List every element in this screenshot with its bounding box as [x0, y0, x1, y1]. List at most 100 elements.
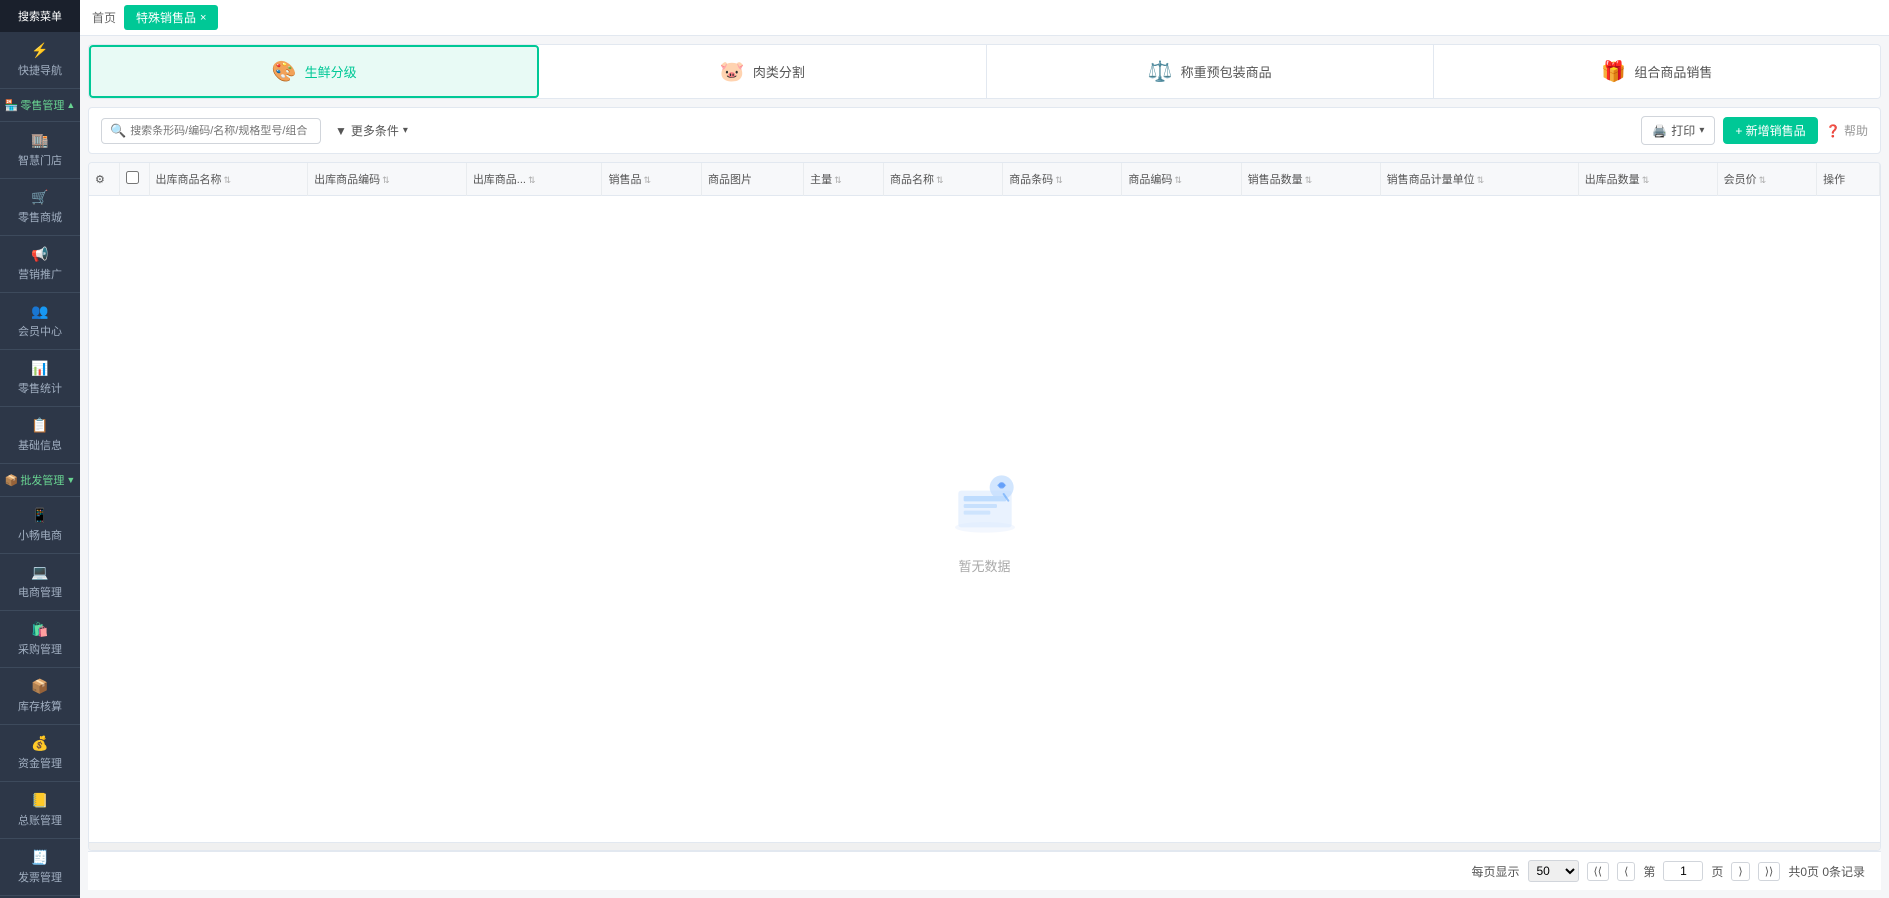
sidebar-item-inventory[interactable]: 📦 库存核算 [0, 668, 80, 725]
sidebar-item-label: 小畅电商 [18, 527, 62, 543]
th-out-qty[interactable]: 出库品数量⇅ [1578, 163, 1717, 196]
sidebar-item-micro-shop[interactable]: 📱 小畅电商 [0, 497, 80, 554]
sidebar-item-label: 零售商城 [18, 209, 62, 225]
sidebar-item-retail-mgmt[interactable]: 🏪 零售管理 ▲ [0, 89, 80, 122]
tab-combo-sales[interactable]: 🎁 组合商品销售 [1434, 45, 1880, 98]
main-content: 首页 特殊销售品 × 🎨 生鲜分级 🐷 肉类分割 ⚖️ 称重预包装商品 🎁 组合… [80, 0, 1889, 898]
filter-icon: ▼ [335, 124, 347, 138]
empty-state-illustration [945, 464, 1025, 544]
sidebar-item-quick-nav[interactable]: ⚡ 快捷导航 [0, 32, 80, 89]
th-product-image: 商品图片 [702, 163, 804, 196]
sidebar-item-members[interactable]: 👥 会员中心 [0, 293, 80, 350]
search-icon: 🔍 [110, 123, 126, 139]
total-info: 共0页 0条记录 [1788, 863, 1865, 880]
per-page-select[interactable]: 50 10 20 100 [1528, 860, 1579, 882]
horizontal-scrollbar[interactable] [89, 842, 1880, 850]
next-page-button[interactable]: ⟩ [1731, 862, 1749, 881]
page-input[interactable] [1663, 861, 1703, 881]
sidebar-item-label: 零售管理 [20, 97, 64, 113]
cat-tab-label: 组合商品销售 [1634, 62, 1712, 81]
add-label: + 新增销售品 [1735, 122, 1805, 139]
sidebar-item-finance[interactable]: 💰 资金管理 [0, 725, 80, 782]
toolbar-left: 🔍 ▼ 更多条件 ▾ [101, 118, 414, 144]
active-tab[interactable]: 特殊销售品 × [124, 5, 218, 30]
per-page-label: 每页显示 [1471, 863, 1519, 880]
sidebar-item-label: 采购管理 [18, 641, 62, 657]
tab-fresh-grade[interactable]: 🎨 生鲜分级 [89, 45, 539, 98]
th-settings[interactable]: ⚙ [89, 163, 119, 196]
quick-nav-icon: ⚡ [31, 42, 48, 59]
chevron-down-icon: ▲ [66, 100, 75, 110]
last-page-button[interactable]: ⟩⟩ [1758, 862, 1781, 881]
prev-page-button[interactable]: ⟨ [1617, 862, 1635, 881]
sidebar-item-ecom-mgmt[interactable]: 💻 电商管理 [0, 554, 80, 611]
th-out-product-x[interactable]: 出库商品...⇅ [466, 163, 602, 196]
meat-cut-icon: 🐷 [720, 59, 745, 84]
sidebar-item-label: 总账管理 [18, 812, 62, 828]
empty-text: 暂无数据 [958, 556, 1010, 575]
empty-state: 暂无数据 [89, 196, 1880, 842]
combo-sales-icon: 🎁 [1601, 59, 1626, 84]
tab-meat-cut[interactable]: 🐷 肉类分割 [539, 45, 986, 98]
sidebar-item-label: 资金管理 [18, 755, 62, 771]
chevron-down-icon2: ▼ [66, 475, 75, 485]
sidebar-item-retail-mall[interactable]: 🛒 零售商城 [0, 179, 80, 236]
first-page-button[interactable]: ⟨⟨ [1587, 862, 1610, 881]
inventory-icon: 📦 [31, 678, 48, 695]
sidebar-item-label: 库存核算 [18, 698, 62, 714]
sidebar-item-label: 快捷导航 [18, 62, 62, 78]
help-button[interactable]: ❓ 帮助 [1826, 122, 1868, 139]
search-input[interactable] [130, 125, 310, 137]
sidebar-item-smart-store[interactable]: 🏬 智慧门店 [0, 122, 80, 179]
sidebar-item-label: 电商管理 [18, 584, 62, 600]
add-product-button[interactable]: + 新增销售品 [1723, 117, 1817, 144]
print-arrow-icon: ▾ [1699, 125, 1704, 136]
th-actions: 操作 [1817, 163, 1880, 196]
search-box[interactable]: 🔍 [101, 118, 321, 144]
sidebar-logo[interactable]: 搜索菜单 [0, 0, 80, 32]
purchase-icon: 🛍️ [31, 621, 48, 638]
pagination: 每页显示 50 10 20 100 ⟨⟨ ⟨ 第 页 ⟩ ⟩⟩ 共0页 0条记录 [88, 851, 1881, 890]
th-out-product-name[interactable]: 出库商品名称⇅ [149, 163, 308, 196]
page-label: 第 [1643, 863, 1655, 880]
toolbar: 🔍 ▼ 更多条件 ▾ 🖨️ 打印 ▾ + 新增销售品 [88, 107, 1881, 154]
th-sales-qty[interactable]: 销售品数量⇅ [1241, 163, 1380, 196]
filter-label: 更多条件 [351, 122, 399, 139]
sidebar-item-label: 发票管理 [18, 869, 62, 885]
sidebar-item-sales-promo[interactable]: 📢 营销推广 [0, 236, 80, 293]
sidebar-item-label: 智慧门店 [18, 152, 62, 168]
select-all-checkbox[interactable] [126, 171, 139, 184]
tab-weight-packed[interactable]: ⚖️ 称重预包装商品 [987, 45, 1434, 98]
active-tab-label: 特殊销售品 [136, 9, 196, 26]
wholesale-icon: 📦 [5, 474, 19, 487]
th-product-barcode[interactable]: 商品条码⇅ [1003, 163, 1122, 196]
sidebar-item-retail-stats[interactable]: 📊 零售统计 [0, 350, 80, 407]
topbar-home-link[interactable]: 首页 [92, 9, 116, 26]
sidebar-item-basic-info[interactable]: 📋 基础信息 [0, 407, 80, 464]
toolbar-right: 🖨️ 打印 ▾ + 新增销售品 ❓ 帮助 [1641, 116, 1868, 145]
members-icon: 👥 [31, 303, 48, 320]
topbar: 首页 特殊销售品 × [80, 0, 1889, 36]
micro-shop-icon: 📱 [31, 507, 48, 524]
th-sales-unit[interactable]: 销售商品计量单位⇅ [1380, 163, 1578, 196]
sidebar-item-label: 营销推广 [18, 266, 62, 282]
th-out-product-code[interactable]: 出库商品编码⇅ [308, 163, 467, 196]
th-member-price[interactable]: 会员价⇅ [1717, 163, 1817, 196]
sidebar-item-general-ledger[interactable]: 📒 总账管理 [0, 782, 80, 839]
print-label: 打印 [1671, 122, 1695, 139]
sidebar-item-wholesale-mgmt[interactable]: 📦 批发管理 ▼ [0, 464, 80, 497]
sidebar-item-invoice[interactable]: 🧾 发票管理 [0, 839, 80, 896]
sidebar-item-label: 基础信息 [18, 437, 62, 453]
th-product-name[interactable]: 商品名称⇅ [883, 163, 1002, 196]
content-area: 🎨 生鲜分级 🐷 肉类分割 ⚖️ 称重预包装商品 🎁 组合商品销售 🔍 [80, 36, 1889, 898]
filter-button[interactable]: ▼ 更多条件 ▾ [329, 118, 414, 143]
sidebar-item-purchase-mgmt[interactable]: 🛍️ 采购管理 [0, 611, 80, 668]
th-product-code[interactable]: 商品编码⇅ [1122, 163, 1241, 196]
sidebar-item-label: 零售统计 [18, 380, 62, 396]
print-button[interactable]: 🖨️ 打印 ▾ [1641, 116, 1715, 145]
th-main-weight[interactable]: 主量⇅ [804, 163, 884, 196]
filter-arrow-icon: ▾ [403, 125, 408, 136]
table-header: ⚙ 出库商品名称⇅ 出库商品编码⇅ 出库商品...⇅ [89, 163, 1880, 196]
th-sales-product[interactable]: 销售品⇅ [602, 163, 702, 196]
tab-close-button[interactable]: × [200, 12, 206, 24]
